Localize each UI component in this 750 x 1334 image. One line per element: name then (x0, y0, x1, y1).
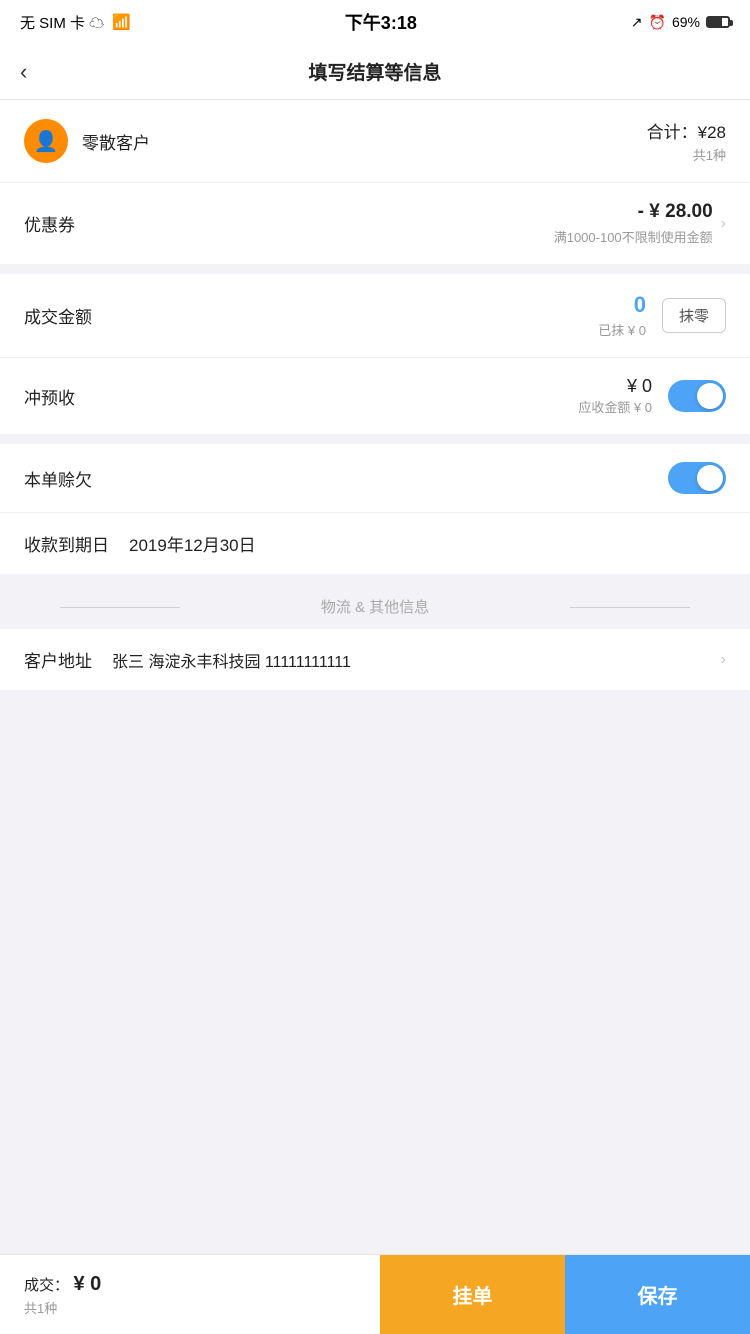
bottom-info: 成交： ¥ 0 共1种 (0, 1273, 380, 1317)
coupon-value-block: - ¥ 28.00 满1000-100不限制使用金额 (554, 201, 713, 246)
coupon-right: - ¥ 28.00 满1000-100不限制使用金额 › (554, 201, 726, 246)
arrears-label: 本单赊欠 (24, 466, 92, 491)
arrears-toggle[interactable] (668, 462, 726, 494)
customer-section: 👤 零散客户 合计：¥28 共1种 优惠券 - ¥ 28.00 满1000-10… (0, 100, 750, 264)
deal-amount-label: 成交金额 (24, 303, 92, 328)
deal-amount-sub: 已抹 ¥ 0 (598, 320, 646, 339)
nav-bar: ‹ 填写结算等信息 (0, 44, 750, 100)
prepay-label: 冲预收 (24, 384, 75, 409)
address-row[interactable]: 客户地址 张三 海淀永丰科技园 11111111111 › (0, 629, 750, 690)
save-button[interactable]: 保存 (565, 1255, 750, 1334)
customer-count: 共1种 (647, 145, 726, 164)
coupon-chevron: › (721, 215, 726, 233)
battery-percent: 69% (672, 14, 700, 30)
status-right: ↗ ⏰ 69% (631, 14, 730, 31)
logistics-text: 物流 & 其他信息 (321, 599, 429, 616)
coupon-row[interactable]: 优惠券 - ¥ 28.00 满1000-100不限制使用金额 › (0, 182, 750, 264)
hang-button[interactable]: 挂单 (380, 1255, 565, 1334)
arrears-row: 本单赊欠 (0, 444, 750, 512)
customer-row: 👤 零散客户 合计：¥28 共1种 (0, 100, 750, 182)
bottom-deal-row: 成交： ¥ 0 (24, 1273, 356, 1296)
prepay-row: 冲预收 ¥ 0 应收金额 ¥ 0 (0, 357, 750, 434)
prepay-value: ¥ 0 (578, 376, 652, 397)
wifi-icon: 📶 (112, 13, 131, 31)
deal-amount-right: 0 已抹 ¥ 0 抹零 (598, 292, 726, 339)
prepay-sub: 应收金额 ¥ 0 (578, 397, 652, 416)
page-title: 填写结算等信息 (308, 58, 441, 85)
customer-left: 👤 零散客户 (24, 119, 150, 163)
deal-amount-block: 0 已抹 ¥ 0 (598, 292, 646, 339)
sim-label: 无 SIM 卡 ☁ (20, 12, 104, 33)
alarm-icon: ⏰ (649, 14, 666, 31)
prepay-toggle[interactable] (668, 380, 726, 412)
location-icon: ↗ (631, 14, 643, 31)
prepay-amount-block: ¥ 0 应收金额 ¥ 0 (578, 376, 652, 416)
status-left: 无 SIM 卡 ☁ 📶 (20, 12, 131, 33)
arrears-toggle-knob (697, 465, 723, 491)
empty-space (0, 700, 750, 900)
address-chevron: › (721, 651, 726, 669)
coupon-label: 优惠券 (24, 211, 75, 236)
prepay-right: ¥ 0 应收金额 ¥ 0 (578, 376, 726, 416)
bottom-deal-amount: ¥ 0 (73, 1273, 101, 1295)
bottom-bar: 成交： ¥ 0 共1种 挂单 保存 (0, 1254, 750, 1334)
arrears-section: 本单赊欠 收款到期日 2019年12月30日 (0, 444, 750, 574)
round-zero-button[interactable]: 抹零 (662, 298, 726, 333)
deal-section: 成交金额 0 已抹 ¥ 0 抹零 冲预收 ¥ 0 应收金额 ¥ 0 (0, 274, 750, 434)
address-left: 客户地址 张三 海淀永丰科技园 11111111111 (24, 647, 351, 672)
customer-total: 合计：¥28 (647, 118, 726, 143)
bottom-count: 共1种 (24, 1298, 356, 1317)
bottom-deal-label: 成交： (24, 1277, 69, 1294)
status-bar: 无 SIM 卡 ☁ 📶 下午3:18 ↗ ⏰ 69% (0, 0, 750, 44)
toggle-knob (697, 383, 723, 409)
coupon-sub: 满1000-100不限制使用金额 (554, 227, 713, 246)
due-date-label: 收款到期日 (24, 531, 109, 556)
battery-icon (706, 16, 730, 28)
status-time: 下午3:18 (345, 9, 417, 35)
deal-amount-value: 0 (634, 292, 646, 318)
address-value: 张三 海淀永丰科技园 11111111111 (112, 648, 351, 672)
address-section: 客户地址 张三 海淀永丰科技园 11111111111 › (0, 629, 750, 690)
customer-name: 零散客户 (82, 129, 150, 154)
coupon-value: - ¥ 28.00 (638, 201, 713, 223)
customer-avatar: 👤 (24, 119, 68, 163)
deal-amount-row: 成交金额 0 已抹 ¥ 0 抹零 (0, 274, 750, 357)
due-date-row[interactable]: 收款到期日 2019年12月30日 (0, 512, 750, 574)
logistics-separator: 物流 & 其他信息 (0, 584, 750, 629)
due-date-value: 2019年12月30日 (129, 531, 256, 556)
back-button[interactable]: ‹ (20, 59, 27, 85)
address-label: 客户地址 (24, 647, 92, 672)
avatar-icon: 👤 (34, 129, 59, 154)
customer-right: 合计：¥28 共1种 (647, 118, 726, 164)
